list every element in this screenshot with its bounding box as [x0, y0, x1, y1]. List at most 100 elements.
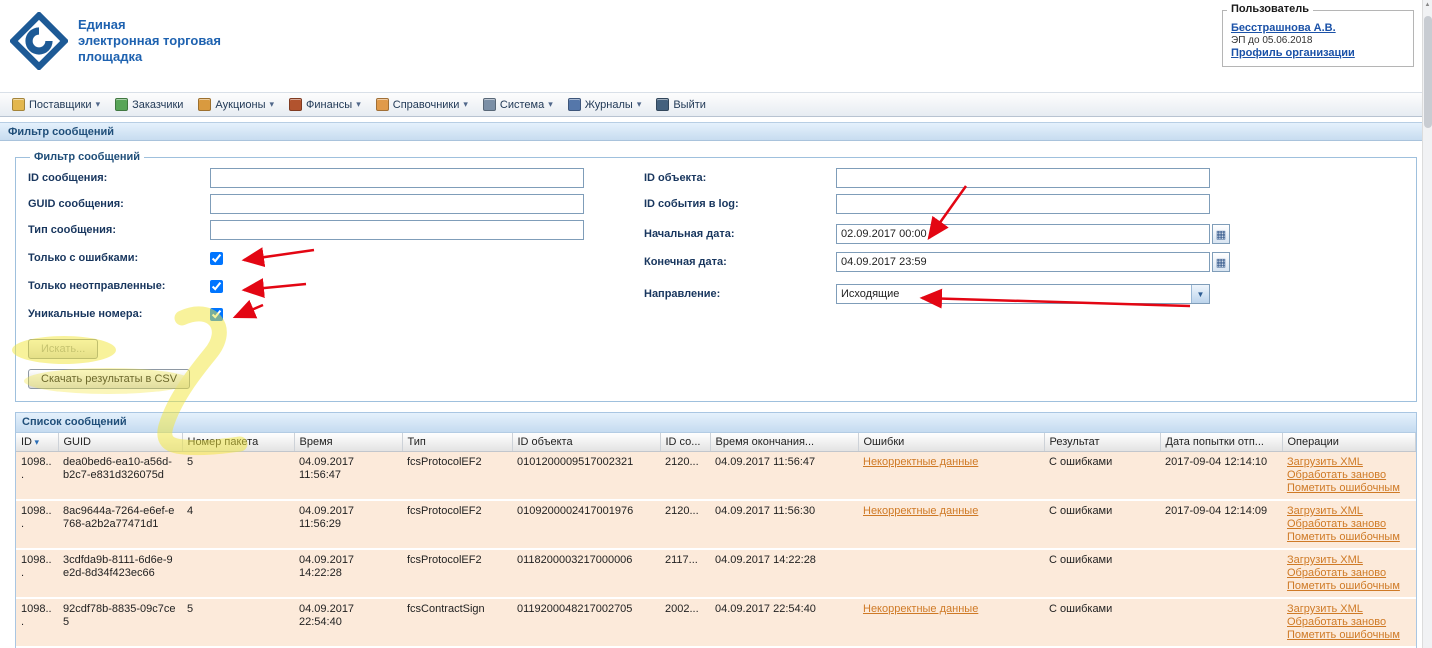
calendar-icon[interactable]: ▦	[1212, 224, 1230, 244]
column-header-1[interactable]: GUID	[58, 433, 183, 452]
cell-packet: 4	[182, 500, 294, 550]
cell-id_short: 2002...	[660, 598, 710, 648]
message-guid-input[interactable]	[210, 194, 584, 214]
column-header-7[interactable]: Время окончания...	[710, 433, 859, 452]
calendar-icon[interactable]: ▦	[1212, 252, 1230, 272]
operation-link-2[interactable]: Пометить ошибочным	[1287, 531, 1411, 544]
operation-link-1[interactable]: Обработать заново	[1287, 518, 1411, 531]
chevron-down-icon: ▾	[269, 99, 275, 109]
filter-left-column: ID сообщения: GUID сообщения: Тип сообщени…	[28, 167, 644, 329]
menu-item-label: Выйти	[673, 98, 706, 111]
filter-panel-legend: Фильтр сообщений	[34, 151, 141, 163]
user-panel: Пользователь Бесстрашнова А.В. ЭП до 05.…	[1222, 3, 1414, 67]
column-label: Время окончания...	[715, 436, 815, 448]
brand-line-1: Единая	[78, 17, 126, 32]
cell-object_id: 0119200048217002705	[512, 598, 660, 648]
error-details-link[interactable]: Некорректные данные	[863, 456, 978, 468]
column-header-11[interactable]: Операции	[1282, 433, 1416, 452]
operation-link-1[interactable]: Обработать заново	[1287, 469, 1411, 482]
start-date-input[interactable]	[836, 224, 1210, 244]
start-date-input-label: Начальная дата:	[644, 228, 735, 240]
cell-result: С ошибками	[1044, 598, 1160, 648]
column-header-2[interactable]: Номер пакета	[182, 433, 295, 452]
only-errors-checkbox[interactable]	[210, 251, 223, 265]
column-header-10[interactable]: Дата попытки отп...	[1160, 433, 1283, 452]
menu-item-label: Заказчики	[132, 98, 184, 111]
message-id-input-label: ID сообщения:	[28, 172, 108, 184]
operation-link-0[interactable]: Загрузить XML	[1287, 456, 1411, 469]
cell-id: 1098...	[16, 549, 58, 599]
menu-item-sistema[interactable]: Система ▾	[477, 95, 562, 114]
cell-end_time: 04.09.2017 22:54:40	[710, 598, 858, 648]
error-details-link[interactable]: Некорректные данные	[863, 603, 978, 615]
cell-operations: Загрузить XML Обработать заново Пометить о…	[1282, 598, 1416, 648]
column-header-0[interactable]: ID ▾	[16, 433, 59, 452]
menu-item-spravochniki[interactable]: Справочники ▾	[370, 95, 477, 114]
operation-link-0[interactable]: Загрузить XML	[1287, 603, 1411, 616]
direction-select-label: Направление:	[644, 288, 721, 300]
cell-time: 04.09.2017 14:22:28	[294, 549, 402, 599]
cell-result: С ошибками	[1044, 451, 1160, 501]
column-label: ID	[21, 436, 32, 448]
column-header-8[interactable]: Ошибки	[858, 433, 1045, 452]
menu-item-auktsiony[interactable]: Аукционы ▾	[192, 95, 283, 114]
vertical-scrollbar[interactable]: ▲	[1422, 0, 1432, 648]
column-header-3[interactable]: Время	[294, 433, 403, 452]
table-row: 1098... 8ac9644a-7264-e6ef-e768-a2b2a7747…	[16, 500, 1416, 550]
menu-item-vyiti[interactable]: Выйти	[650, 95, 715, 114]
cell-packet: 5	[182, 451, 294, 501]
message-type-input[interactable]	[210, 220, 584, 240]
system-monitor-icon	[482, 98, 496, 111]
log-event-id-input[interactable]	[836, 194, 1210, 214]
scroll-up-icon[interactable]: ▲	[1423, 2, 1432, 8]
exit-icon	[656, 98, 670, 111]
cell-result: С ошибками	[1044, 500, 1160, 550]
end-date-input[interactable]	[836, 252, 1210, 272]
cell-type: fcsContractSign	[402, 598, 512, 648]
operation-link-0[interactable]: Загрузить XML	[1287, 554, 1411, 567]
column-label: Ошибки	[863, 436, 905, 448]
operation-link-1[interactable]: Обработать заново	[1287, 567, 1411, 580]
only-unsent-checkbox[interactable]	[210, 279, 223, 293]
org-profile-link[interactable]: Профиль организации	[1231, 47, 1405, 59]
brand-line-3: площадка	[78, 49, 143, 64]
operation-link-2[interactable]: Пометить ошибочным	[1287, 482, 1411, 495]
operation-link-2[interactable]: Пометить ошибочным	[1287, 629, 1411, 642]
error-details-link[interactable]: Некорректные данные	[863, 505, 978, 517]
column-header-5[interactable]: ID объекта	[512, 433, 661, 452]
suppliers-folder-icon	[12, 98, 25, 111]
operation-link-2[interactable]: Пометить ошибочным	[1287, 580, 1411, 593]
chevron-down-icon[interactable]: ▼	[1191, 285, 1209, 303]
menu-item-zakazchiki[interactable]: Заказчики	[109, 95, 192, 114]
column-header-9[interactable]: Результат	[1044, 433, 1161, 452]
column-label: Операции	[1287, 436, 1339, 448]
cell-time: 04.09.2017 11:56:47	[294, 451, 402, 501]
menu-item-postavshchiki[interactable]: Поставщики ▾	[6, 95, 109, 114]
unique-numbers-checkbox[interactable]	[210, 307, 223, 321]
user-name-link[interactable]: Бесстрашнова А.В.	[1231, 22, 1405, 34]
scroll-thumb[interactable]	[1424, 16, 1432, 128]
cell-id_short: 2120...	[660, 500, 710, 550]
menu-item-zhurnaly[interactable]: Журналы ▾	[562, 95, 651, 114]
column-header-6[interactable]: ID со...	[660, 433, 711, 452]
cell-end_time: 04.09.2017 14:22:28	[710, 549, 858, 599]
cell-time: 04.09.2017 22:54:40	[294, 598, 402, 648]
object-id-input-label: ID объекта:	[644, 172, 707, 184]
cell-type: fcsProtocolEF2	[402, 451, 512, 501]
results-panel: Список сообщений ID ▾ GUID Номер пакета Вре…	[15, 412, 1417, 648]
search-button[interactable]: Искать...	[28, 339, 99, 359]
cell-error: Некорректные данные	[858, 500, 1044, 550]
operation-link-0[interactable]: Загрузить XML	[1287, 505, 1411, 518]
table-row: 1098... 3cdfda9b-8111-6d6e-9e2d-8d34f423e…	[16, 549, 1416, 599]
combo-selected-value: Исходящие	[841, 288, 900, 300]
direction-select[interactable]: Исходящие ▼	[836, 284, 1210, 304]
column-header-4[interactable]: Тип	[402, 433, 513, 452]
message-id-input[interactable]	[210, 168, 584, 188]
cell-operations: Загрузить XML Обработать заново Пометить о…	[1282, 451, 1416, 501]
results-table: ID ▾ GUID Номер пакета Время Тип ID объекта ID…	[16, 433, 1416, 648]
download-csv-button[interactable]: Скачать результаты в CSV	[28, 369, 191, 389]
menu-item-finansy[interactable]: Финансы ▾	[283, 95, 370, 114]
brand-line-2: электронная торговая	[78, 33, 221, 48]
operation-link-1[interactable]: Обработать заново	[1287, 616, 1411, 629]
object-id-input[interactable]	[836, 168, 1210, 188]
